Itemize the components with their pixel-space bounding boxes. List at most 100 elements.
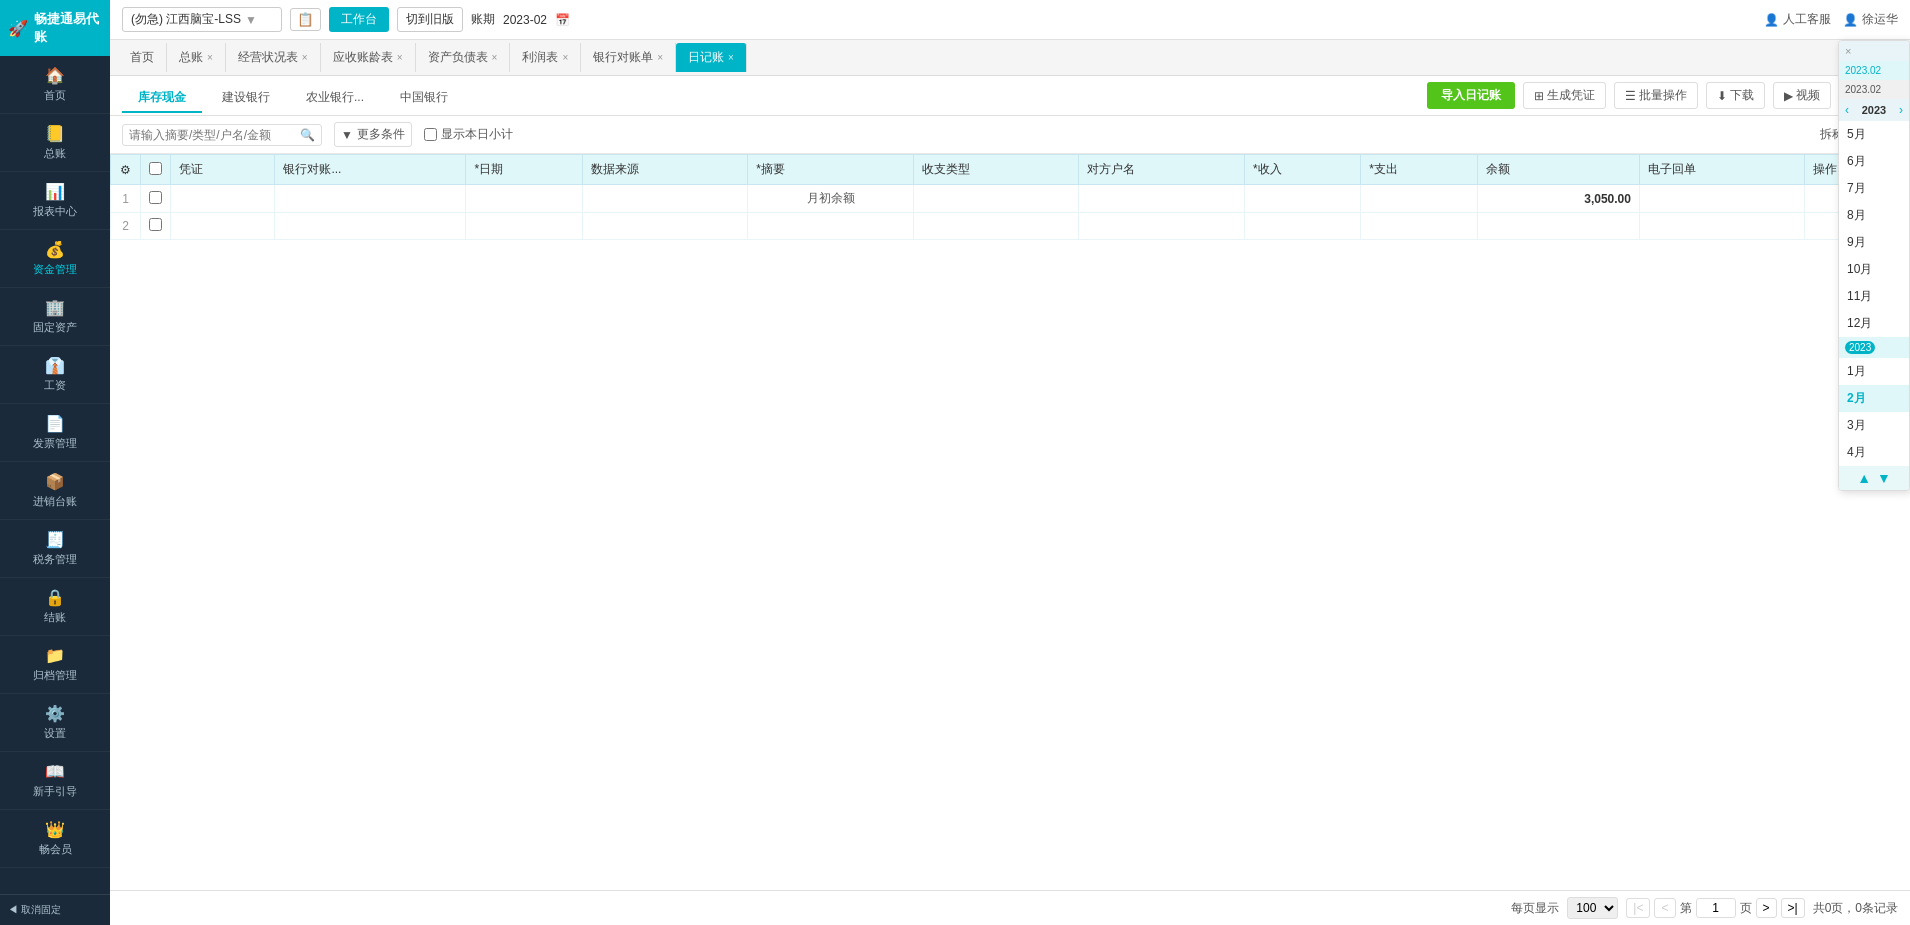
page-input[interactable]: [1696, 898, 1736, 918]
tab-diary[interactable]: 日记账 ×: [676, 43, 747, 72]
import-diary-button[interactable]: 导入日记账: [1427, 82, 1515, 109]
month-9[interactable]: 9月: [1839, 229, 1909, 256]
row-check-1[interactable]: [141, 185, 171, 213]
tab-ledger[interactable]: 总账 ×: [167, 43, 226, 72]
panel-down-icon[interactable]: ▼: [1877, 470, 1891, 486]
sidebar-item-reports[interactable]: 📊 报表中心: [0, 172, 110, 230]
panel-up-icon[interactable]: ▲: [1857, 470, 1871, 486]
period-value: 2023-02: [503, 13, 547, 27]
sidebar-item-newbie[interactable]: 📖 新手引导: [0, 752, 110, 810]
generate-voucher-button[interactable]: ⊞ 生成凭证: [1523, 82, 1606, 109]
sidebar-item-home[interactable]: 🏠 首页: [0, 56, 110, 114]
next-page-button[interactable]: >: [1756, 898, 1777, 918]
prev-page-button[interactable]: <: [1654, 898, 1675, 918]
sidebar-item-ledger[interactable]: 📒 总账: [0, 114, 110, 172]
col-counterpart: 对方户名: [1079, 155, 1245, 185]
tab-home[interactable]: 首页: [118, 43, 167, 72]
sidebar-label-reports: 报表中心: [33, 204, 77, 219]
tab-receivable[interactable]: 应收账龄表 ×: [321, 43, 416, 72]
sidebar-item-member[interactable]: 👑 畅会员: [0, 810, 110, 868]
col-data-source: 数据来源: [582, 155, 748, 185]
next-year-btn[interactable]: ›: [1899, 103, 1903, 117]
workbench-button[interactable]: 工作台: [329, 7, 389, 32]
prev-year-btn[interactable]: ‹: [1845, 103, 1849, 117]
show-daily-toggle[interactable]: 显示本日小计: [424, 126, 513, 143]
sidebar-item-tax[interactable]: 🧾 税务管理: [0, 520, 110, 578]
download-button[interactable]: ⬇ 下载: [1706, 82, 1765, 109]
search-icon[interactable]: 🔍: [300, 128, 315, 142]
tab-assets[interactable]: 资产负债表 ×: [416, 43, 511, 72]
sidebar-item-assets[interactable]: 🏢 固定资产: [0, 288, 110, 346]
back-button[interactable]: 切到旧版: [397, 7, 463, 32]
date-panel-entry1[interactable]: 2023.02: [1845, 65, 1881, 76]
search-input[interactable]: [129, 128, 296, 142]
sidebar-label-fund: 资金管理: [33, 262, 77, 277]
period-label: 账期: [471, 11, 495, 28]
month-8-label: 8月: [1847, 207, 1866, 224]
month-7[interactable]: 7月: [1839, 175, 1909, 202]
sidebar-item-purchase[interactable]: 📦 进销台账: [0, 462, 110, 520]
month-11[interactable]: 11月: [1839, 283, 1909, 310]
close-panel-icon[interactable]: ×: [1845, 45, 1851, 57]
month-5[interactable]: 5月: [1839, 121, 1909, 148]
tab-profit-close[interactable]: ×: [562, 52, 568, 63]
sidebar-item-settings[interactable]: ⚙️ 设置: [0, 694, 110, 752]
col-expense: *支出: [1361, 155, 1477, 185]
select-all-checkbox[interactable]: [149, 162, 162, 175]
sidebar-item-fund[interactable]: 💰 资金管理: [0, 230, 110, 288]
page-size-label: 每页显示: [1511, 900, 1559, 917]
row-check-2[interactable]: [141, 213, 171, 240]
company-selector[interactable]: (勿急) 江西脑宝-LSS ▼: [122, 7, 282, 32]
year-label: 2023: [1862, 104, 1886, 116]
tab-assets-close[interactable]: ×: [492, 52, 498, 63]
customer-service[interactable]: 👤 人工客服: [1764, 11, 1831, 28]
sidebar-label-close: 结账: [44, 610, 66, 625]
date-picker-panel: × 2023.02 2023.02 ‹ 2023 › 5月 6月 7月 8月 9…: [1838, 40, 1910, 491]
tab-bank-close[interactable]: ×: [657, 52, 663, 63]
batch-operation-button[interactable]: ☰ 批量操作: [1614, 82, 1698, 109]
table-header-row: ⚙ 凭证 银行对账... *日期 数据来源 *摘要 收支类型 对方户名 *收入 …: [111, 155, 1910, 185]
sidebar-item-salary[interactable]: 👔 工资: [0, 346, 110, 404]
subtab-jianshe[interactable]: 建设银行: [206, 84, 286, 113]
tab-ledger-close[interactable]: ×: [207, 52, 213, 63]
tab-bank[interactable]: 银行对账单 ×: [581, 43, 676, 72]
subtab-nongye[interactable]: 农业银行...: [290, 84, 380, 113]
last-page-button[interactable]: >|: [1781, 898, 1805, 918]
month-1[interactable]: 1月: [1839, 358, 1909, 385]
month-6[interactable]: 6月: [1839, 148, 1909, 175]
date-panel-entry2[interactable]: 2023.02: [1845, 84, 1881, 95]
month-11-label: 11月: [1847, 288, 1872, 305]
calendar-icon[interactable]: 📅: [555, 13, 570, 27]
col-settings[interactable]: ⚙: [111, 155, 141, 185]
sidebar-collapse-btn[interactable]: ◀ 取消固定: [0, 894, 110, 925]
page-size-select[interactable]: 100 50 200: [1567, 897, 1618, 919]
ledger-icon: 📒: [45, 124, 65, 143]
sidebar-item-invoice[interactable]: 📄 发票管理: [0, 404, 110, 462]
row-counterpart-2: [1079, 213, 1245, 240]
sidebar-item-close[interactable]: 🔒 结账: [0, 578, 110, 636]
copy-button[interactable]: 📋: [290, 8, 321, 31]
month-2[interactable]: 2月: [1839, 385, 1909, 412]
tab-receivable-close[interactable]: ×: [397, 52, 403, 63]
filter-button[interactable]: ▼ 更多条件: [334, 122, 412, 147]
show-daily-checkbox[interactable]: [424, 128, 437, 141]
batch-icon: ☰: [1625, 89, 1636, 103]
tab-status-close[interactable]: ×: [302, 52, 308, 63]
first-page-button[interactable]: |<: [1626, 898, 1650, 918]
month-3[interactable]: 3月: [1839, 412, 1909, 439]
tab-profit[interactable]: 利润表 ×: [510, 43, 581, 72]
salary-icon: 👔: [45, 356, 65, 375]
tab-status[interactable]: 经营状况表 ×: [226, 43, 321, 72]
tab-diary-close[interactable]: ×: [728, 52, 734, 63]
col-check[interactable]: [141, 155, 171, 185]
month-12[interactable]: 12月: [1839, 310, 1909, 337]
row-expense-1: [1361, 185, 1477, 213]
month-8[interactable]: 8月: [1839, 202, 1909, 229]
month-4[interactable]: 4月: [1839, 439, 1909, 466]
video-button[interactable]: ▶ 视频: [1773, 82, 1831, 109]
subtab-zhongguo[interactable]: 中国银行: [384, 84, 464, 113]
month-10[interactable]: 10月: [1839, 256, 1909, 283]
subtab-cash[interactable]: 库存现金: [122, 84, 202, 113]
sidebar-item-archive[interactable]: 📁 归档管理: [0, 636, 110, 694]
user-info[interactable]: 👤 徐运华: [1843, 11, 1898, 28]
